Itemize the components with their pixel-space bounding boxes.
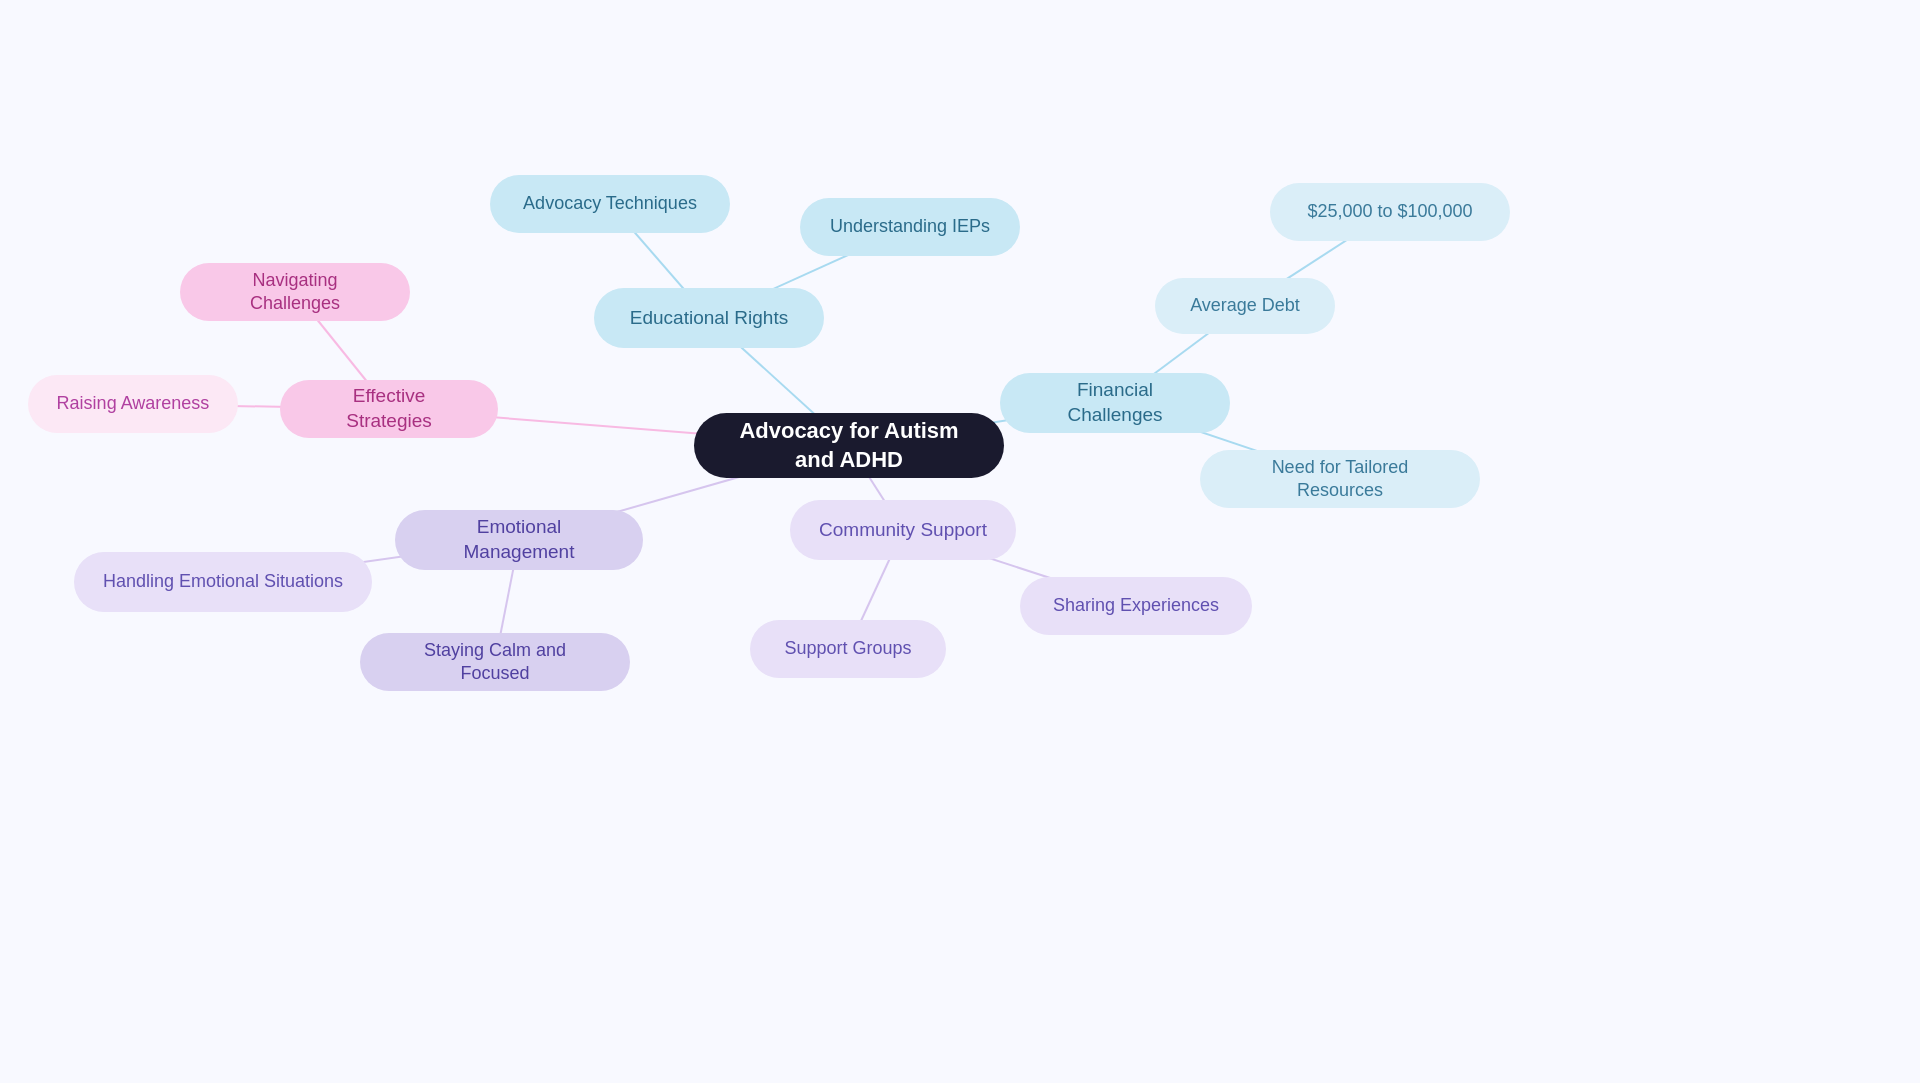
raising-awareness-node: Raising Awareness: [28, 375, 238, 433]
sharing-experiences-node: Sharing Experiences: [1020, 577, 1252, 635]
advocacy-techniques-node: Advocacy Techniques: [490, 175, 730, 233]
need-tailored-node: Need for Tailored Resources: [1200, 450, 1480, 508]
center-node: Advocacy for Autism and ADHD: [694, 413, 1004, 478]
effective-strategies-node: Effective Strategies: [280, 380, 498, 438]
understanding-ieps-node: Understanding IEPs: [800, 198, 1020, 256]
handling-emotional-node: Handling Emotional Situations: [74, 552, 372, 612]
average-debt-node: Average Debt: [1155, 278, 1335, 334]
community-support-node: Community Support: [790, 500, 1016, 560]
dollar-range-node: $25,000 to $100,000: [1270, 183, 1510, 241]
financial-challenges-node: Financial Challenges: [1000, 373, 1230, 433]
educational-rights-node: Educational Rights: [594, 288, 824, 348]
navigating-challenges-node: Navigating Challenges: [180, 263, 410, 321]
emotional-management-node: Emotional Management: [395, 510, 643, 570]
support-groups-node: Support Groups: [750, 620, 946, 678]
staying-calm-node: Staying Calm and Focused: [360, 633, 630, 691]
